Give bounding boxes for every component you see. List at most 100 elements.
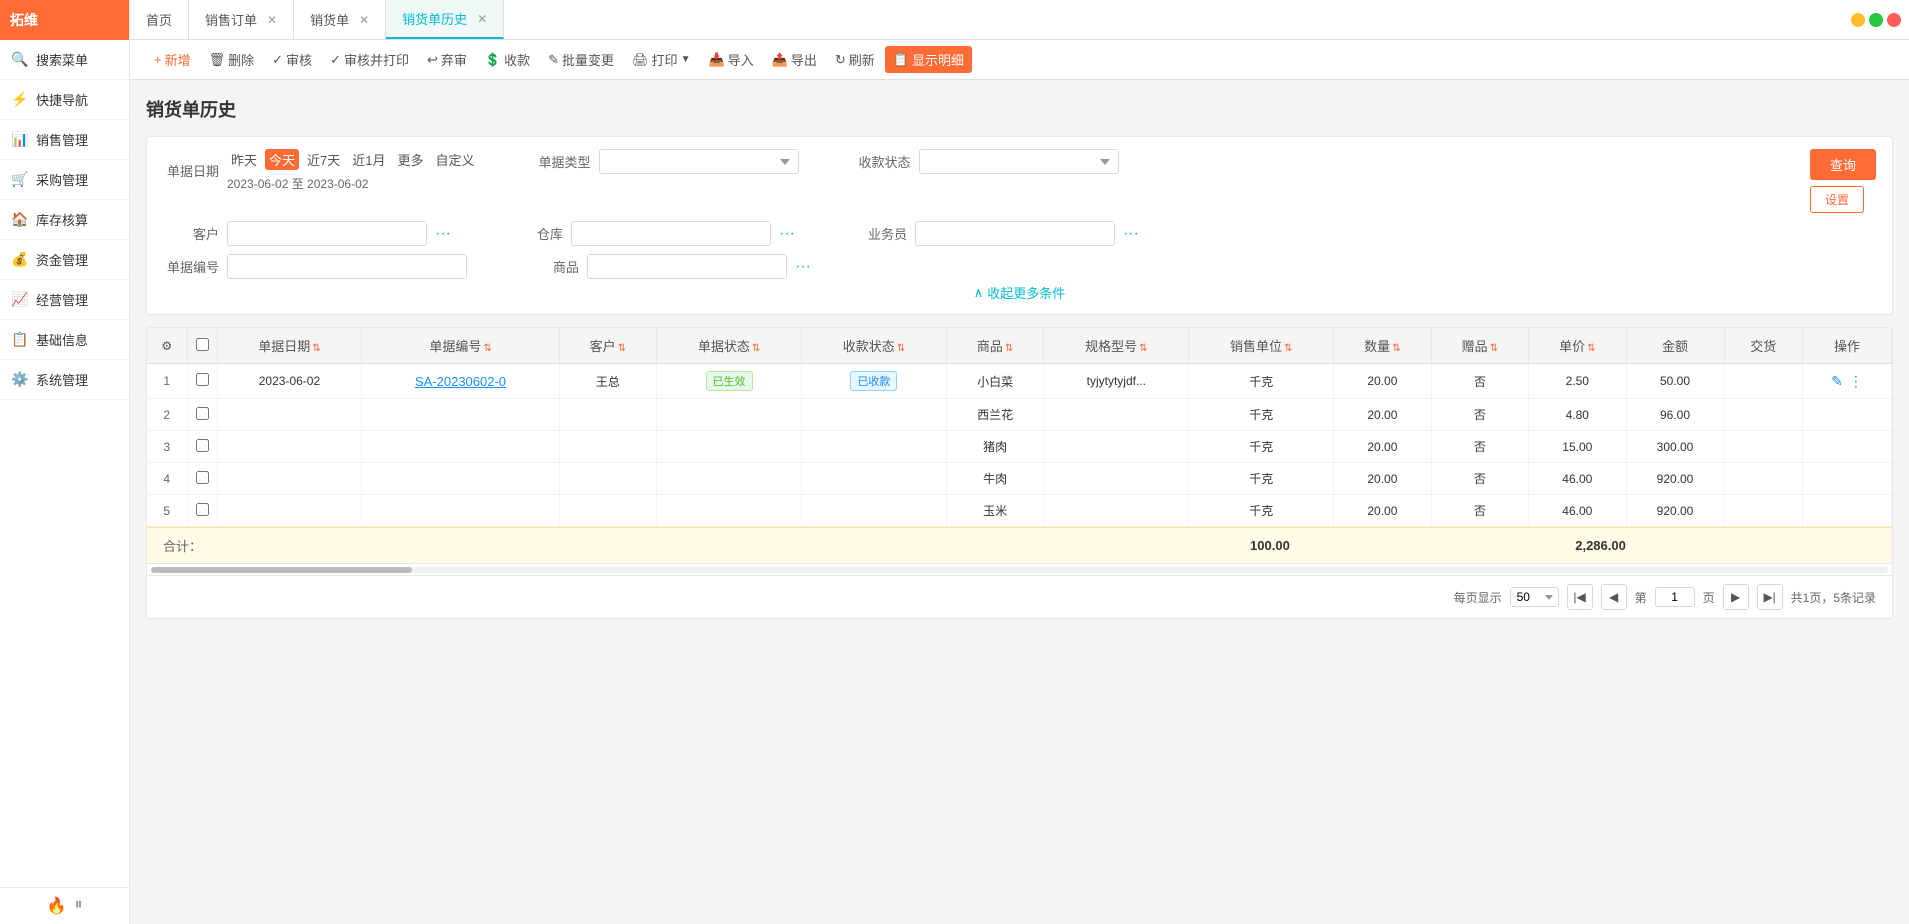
th-settings[interactable]: ⚙ [147,328,187,364]
collect-button[interactable]: 💲 收款 [477,46,538,73]
cell-checkbox-3[interactable] [187,463,217,495]
sidebar-item-sales[interactable]: 📊 销售管理 [0,120,129,160]
cell-action-2 [1803,431,1892,463]
row-checkbox-0[interactable] [196,373,209,386]
cell-doc-no-3[interactable] [362,463,559,495]
th-qty[interactable]: 数量⇅ [1334,328,1431,364]
audit-print-button[interactable]: ✓ 审核并打印 [322,46,417,73]
row-checkbox-2[interactable] [196,439,209,452]
row-checkbox-4[interactable] [196,503,209,516]
th-product[interactable]: 商品⇅ [946,328,1043,364]
tab-sales-delivery[interactable]: 销货单 ✕ [294,0,386,39]
tab-sales-delivery-close[interactable]: ✕ [359,13,369,27]
th-spec[interactable]: 规格型号⇅ [1044,328,1189,364]
abandon-button[interactable]: ↩ 弃审 [419,46,475,73]
sidebar-header: 拓维 [0,0,129,40]
product-ellipsis[interactable]: ··· [795,258,811,276]
new-button[interactable]: + 新增 [146,46,199,73]
next-page-button[interactable]: ▶ [1723,584,1749,610]
settings-button[interactable]: 设置 [1810,186,1864,213]
audit-button[interactable]: ✓ 审核 [264,46,320,73]
cell-doc-no-1[interactable] [362,399,559,431]
date-shortcut-custom[interactable]: 自定义 [432,149,479,170]
cell-doc-no-4[interactable] [362,495,559,527]
scroll-thumb[interactable] [151,567,412,573]
refresh-button[interactable]: ↻ 刷新 [827,46,883,73]
warehouse-ellipsis[interactable]: ··· [779,225,795,243]
page-number-input[interactable] [1655,587,1695,607]
th-unit-price[interactable]: 单价⇅ [1529,328,1626,364]
date-shortcut-more[interactable]: 更多 [394,149,428,170]
warehouse-input[interactable] [571,221,771,246]
query-button[interactable]: 查询 [1810,149,1876,180]
first-page-button[interactable]: |◀ [1567,584,1593,610]
row-checkbox-1[interactable] [196,407,209,420]
payment-status-select[interactable] [919,149,1119,174]
row-checkbox-3[interactable] [196,471,209,484]
sidebar-item-purchase[interactable]: 🛒 采购管理 [0,160,129,200]
tab-sales-history-close[interactable]: ✕ [477,12,487,26]
customer-ellipsis[interactable]: ··· [435,225,451,243]
sidebar-bottom-icon1[interactable]: 🔥 [47,896,67,916]
cell-checkbox-4[interactable] [187,495,217,527]
tab-sales-order[interactable]: 销售订单 ✕ [189,0,294,39]
cell-qty-3: 20.00 [1334,463,1431,495]
cell-doc-no-2[interactable] [362,431,559,463]
show-detail-button[interactable]: 📋 显示明细 [885,46,972,73]
select-all-checkbox[interactable] [196,338,209,351]
collect-label: 收款 [504,50,530,69]
last-page-button[interactable]: ▶| [1757,584,1783,610]
sidebar-item-search[interactable]: 🔍 搜索菜单 [0,40,129,80]
sidebar-item-finance[interactable]: 💰 资金管理 [0,240,129,280]
date-shortcut-1month[interactable]: 近1月 [348,149,389,170]
export-button[interactable]: 📤 导出 [764,46,825,73]
product-input[interactable] [587,254,787,279]
collapse-button[interactable]: ∧ 收起更多条件 [163,279,1876,302]
page-title: 销货单历史 [146,96,1893,122]
tab-sales-order-close[interactable]: ✕ [267,13,277,27]
prev-page-button[interactable]: ◀ [1601,584,1627,610]
import-button[interactable]: 📥 导入 [700,46,761,73]
more-icon-0[interactable]: ⋮ [1849,373,1863,390]
salesperson-input[interactable] [915,221,1115,246]
horizontal-scrollbar[interactable] [147,563,1892,575]
sidebar-item-sys-mgmt[interactable]: ⚙️ 系统管理 [0,360,129,400]
th-payment-status[interactable]: 收款状态⇅ [801,328,946,364]
salesperson-ellipsis[interactable]: ··· [1123,225,1139,243]
th-unit[interactable]: 销售单位⇅ [1189,328,1334,364]
cell-checkbox-1[interactable] [187,399,217,431]
cell-doc-no-0[interactable]: SA-20230602-0 [362,364,559,399]
close-button[interactable] [1887,13,1901,27]
print-button[interactable]: 🖨 打印 ▼ [624,46,698,73]
date-shortcut-7days[interactable]: 近7天 [303,149,344,170]
doc-type-select[interactable] [599,149,799,174]
main-area: 首页 销售订单 ✕ 销货单 ✕ 销货单历史 ✕ + 新增 🗑 删除 [130,0,1909,924]
tab-sales-history-label: 销货单历史 [402,9,467,28]
th-doc-no[interactable]: 单据编号⇅ [362,328,559,364]
doc-no-input[interactable] [227,254,467,279]
customer-input[interactable] [227,221,427,246]
date-shortcut-yesterday[interactable]: 昨天 [227,149,261,170]
edit-icon-0[interactable]: ✎ [1831,373,1843,390]
doc-no-link-0[interactable]: SA-20230602-0 [415,374,506,389]
cell-doc-date-3 [217,463,362,495]
minimize-button[interactable] [1851,13,1865,27]
th-doc-status[interactable]: 单据状态⇅ [657,328,802,364]
delete-button[interactable]: 🗑 删除 [201,46,263,73]
th-customer[interactable]: 客户⇅ [559,328,656,364]
maximize-button[interactable] [1869,13,1883,27]
th-gift[interactable]: 赠品⇅ [1431,328,1528,364]
tab-sales-history[interactable]: 销货单历史 ✕ [386,0,504,39]
sidebar-item-base-info[interactable]: 📋 基础信息 [0,320,129,360]
page-size-select[interactable]: 50 100 200 [1510,587,1559,607]
date-shortcut-today[interactable]: 今天 [265,149,299,170]
cell-checkbox-2[interactable] [187,431,217,463]
sidebar-bottom-icon2[interactable]: ⏸ [74,896,82,916]
sidebar-item-inventory[interactable]: 🏠 库存核算 [0,200,129,240]
cell-checkbox-0[interactable] [187,364,217,399]
th-doc-date[interactable]: 单据日期⇅ [217,328,362,364]
sidebar-item-quick-nav[interactable]: ⚡ 快捷导航 [0,80,129,120]
tab-home[interactable]: 首页 [130,0,189,39]
batch-change-button[interactable]: ✎ 批量变更 [540,46,622,73]
sidebar-item-operations[interactable]: 📈 经营管理 [0,280,129,320]
